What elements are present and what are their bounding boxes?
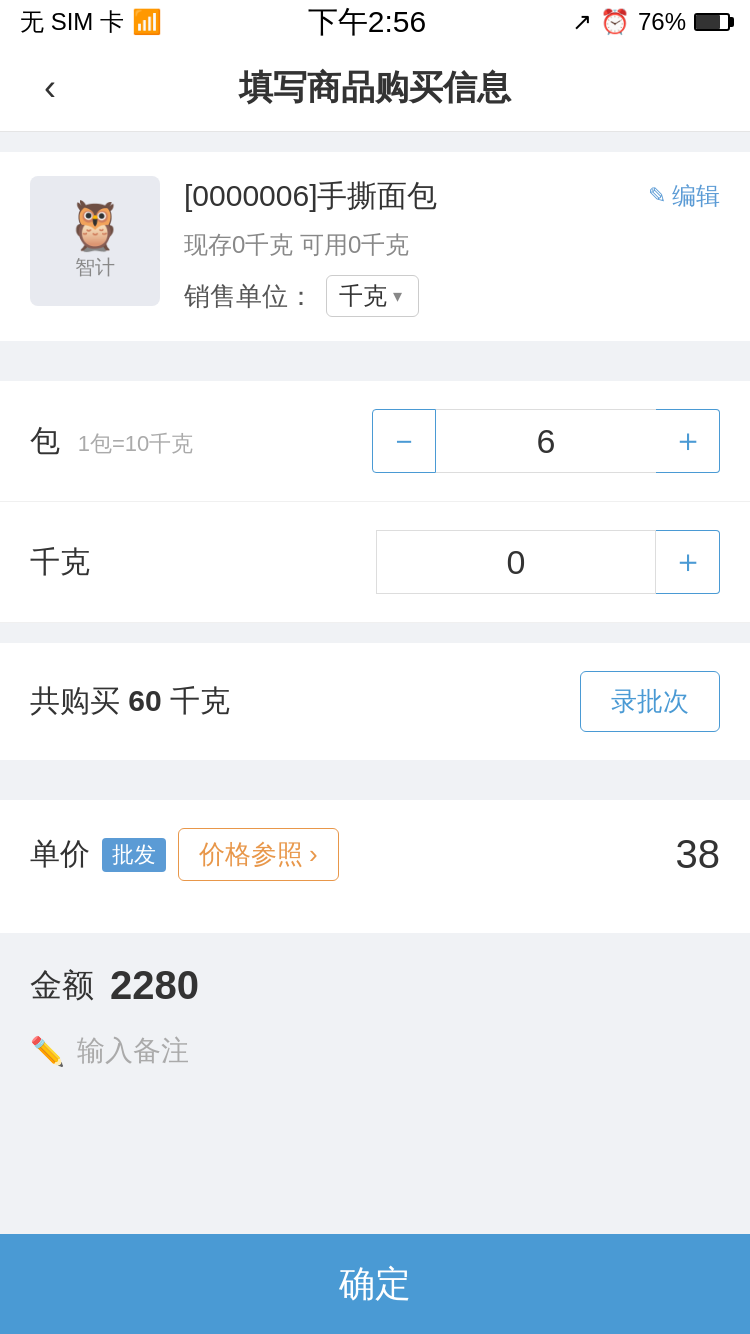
wifi-icon: 📶 — [132, 8, 162, 36]
pack-qty-control: － ＋ — [372, 409, 720, 473]
amount-value: 2280 — [110, 963, 199, 1008]
kg-qty-input[interactable] — [376, 530, 656, 594]
total-amount: 60 — [128, 684, 161, 717]
alarm-icon: ⏰ — [600, 8, 630, 36]
price-value: 38 — [676, 832, 721, 877]
status-left: 无 SIM 卡 📶 — [20, 6, 162, 38]
price-ref-label: 价格参照 — [199, 837, 303, 872]
total-row: 共购买 60 千克 录批次 — [0, 643, 750, 760]
back-button[interactable]: ‹ — [20, 58, 80, 118]
pencil-icon: ✏️ — [30, 1035, 65, 1068]
total-label: 共购买 — [30, 684, 120, 717]
pack-qty-row: 包 1包=10千克 － ＋ — [0, 381, 750, 502]
status-time: 下午2:56 — [308, 2, 426, 43]
location-icon: ↗ — [572, 8, 592, 36]
price-label: 单价 — [30, 834, 90, 875]
product-info: [0000006]手撕面包 现存0千克 可用0千克 销售单位： 千克 ▾ — [184, 176, 720, 317]
amount-row: 金额 2280 — [30, 963, 720, 1008]
battery-icon — [694, 13, 730, 31]
product-unit-row: 销售单位： 千克 ▾ — [184, 275, 720, 317]
product-img-label: 智计 — [75, 254, 115, 281]
edit-label: 编辑 — [672, 180, 720, 212]
carrier-text: 无 SIM 卡 — [20, 6, 124, 38]
unit-label: 销售单位： — [184, 279, 314, 314]
pack-plus-button[interactable]: ＋ — [656, 409, 720, 473]
pack-label-group: 包 1包=10千克 — [30, 421, 372, 462]
product-name: [0000006]手撕面包 — [184, 176, 720, 217]
battery-text: 76% — [638, 8, 686, 36]
kg-plus-button[interactable]: ＋ — [656, 530, 720, 594]
price-row: 单价 批发 价格参照 › 38 — [30, 828, 720, 881]
product-image: 🦉 智计 — [30, 176, 160, 306]
total-text: 共购买 60 千克 — [30, 681, 230, 722]
edit-button[interactable]: ✎ 编辑 — [648, 180, 720, 212]
kg-label-group: 千克 — [30, 542, 376, 583]
edit-icon: ✎ — [648, 183, 666, 209]
amount-section: 金额 2280 ✏️ 输入备注 — [0, 933, 750, 1094]
amount-label: 金额 — [30, 964, 94, 1008]
product-card: 🦉 智计 [0000006]手撕面包 现存0千克 可用0千克 销售单位： 千克 … — [0, 152, 750, 341]
nav-bar: ‹ 填写商品购买信息 — [0, 44, 750, 132]
kg-qty-row: 千克 ＋ — [0, 502, 750, 623]
price-ref-chevron: › — [309, 839, 318, 870]
price-label-group: 单价 批发 价格参照 › — [30, 828, 339, 881]
total-unit: 千克 — [170, 684, 230, 717]
status-right: ↗ ⏰ 76% — [572, 8, 730, 36]
product-logo: 🦉 — [65, 202, 125, 250]
batch-button[interactable]: 录批次 — [580, 671, 720, 732]
page-title: 填写商品购买信息 — [239, 65, 511, 111]
unit-select[interactable]: 千克 ▾ — [326, 275, 419, 317]
pack-sub: 1包=10千克 — [78, 431, 194, 456]
chevron-down-icon: ▾ — [393, 285, 402, 307]
pack-label: 包 — [30, 424, 60, 457]
price-ref-button[interactable]: 价格参照 › — [178, 828, 339, 881]
pack-qty-input[interactable] — [436, 409, 656, 473]
confirm-button[interactable]: 确定 — [0, 1234, 750, 1334]
price-tag: 批发 — [102, 838, 166, 872]
status-bar: 无 SIM 卡 📶 下午2:56 ↗ ⏰ 76% — [0, 0, 750, 44]
unit-value: 千克 — [339, 280, 387, 312]
divider-2 — [0, 760, 750, 780]
pack-minus-button[interactable]: － — [372, 409, 436, 473]
product-stock: 现存0千克 可用0千克 — [184, 229, 720, 261]
kg-label: 千克 — [30, 545, 90, 578]
divider-1 — [0, 341, 750, 361]
kg-qty-control: ＋ — [376, 530, 720, 594]
quantity-section: 包 1包=10千克 － ＋ 千克 ＋ — [0, 381, 750, 623]
price-section: 单价 批发 价格参照 › 38 — [0, 800, 750, 933]
remark-input[interactable]: 输入备注 — [77, 1032, 189, 1070]
remark-row[interactable]: ✏️ 输入备注 — [30, 1032, 720, 1070]
